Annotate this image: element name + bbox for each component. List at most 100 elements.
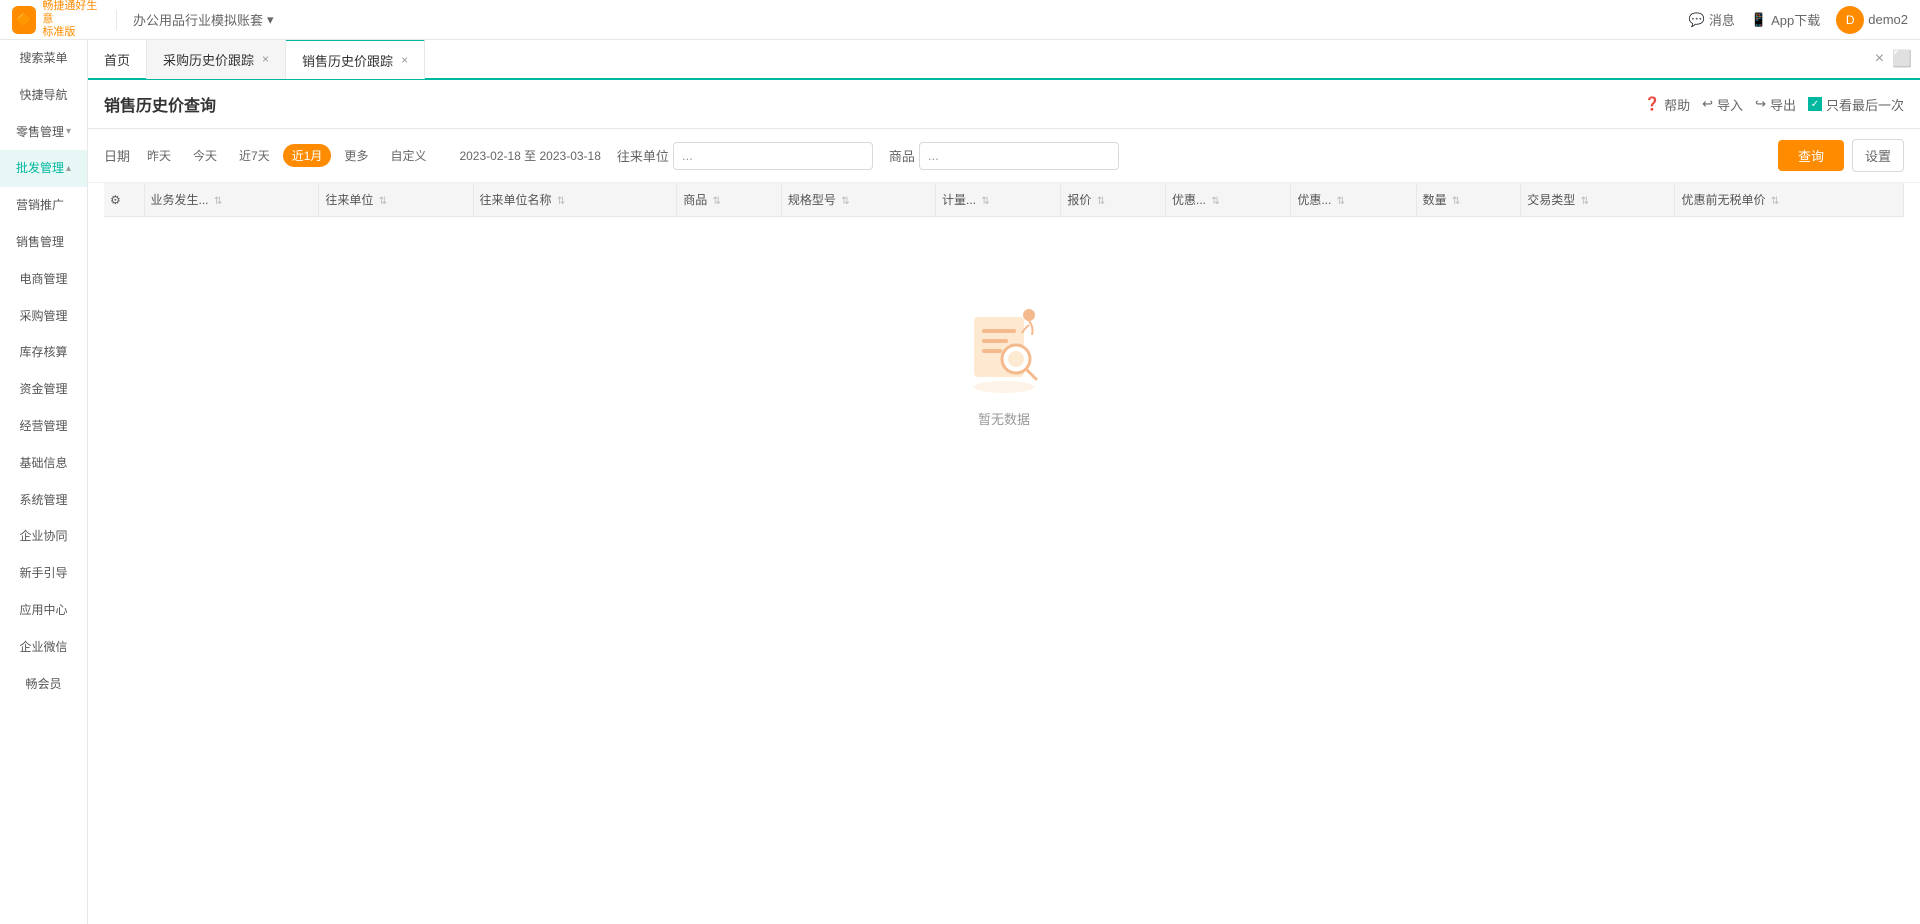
col-spec[interactable]: 规格型号 ⇅ [781,183,935,217]
sidebar-item-inventory[interactable]: 库存核算 [0,334,87,371]
sidebar-item-operations[interactable]: 经营管理 [0,408,87,445]
import-icon: ↩ [1702,96,1713,112]
sort-icon: ⇅ [981,196,989,207]
goods-filter: 商品 ... [889,142,1119,170]
date-btn-today[interactable]: 今天 [184,144,226,167]
col-quoted-price[interactable]: 报价 ⇅ [1061,183,1166,217]
tab-purchase-history[interactable]: 采购历史价跟踪 × [147,40,286,79]
col-pre-tax-price[interactable]: 优惠前无税单价 ⇅ [1675,183,1904,217]
col-discount2[interactable]: 优惠... ⇅ [1291,183,1416,217]
sidebar-item-newbie[interactable]: 新手引导 [0,555,87,592]
col-quantity[interactable]: 数量 ⇅ [1416,183,1521,217]
table-header: ⚙ 业务发生... ⇅ 往来单位 ⇅ 往来单位名称 ⇅ [104,183,1904,217]
sidebar-item-marketing[interactable]: 营销推广 [0,187,87,224]
sidebar-item-wholesale[interactable]: 批发管理 ▴ [0,150,87,187]
page-title-actions: ❓ 帮助 ↩ 导入 ↪ 导出 ✓ 只看最后一次 [1644,95,1904,114]
date-btn-yesterday[interactable]: 昨天 [138,144,180,167]
table-header-row: ⚙ 业务发生... ⇅ 往来单位 ⇅ 往来单位名称 ⇅ [104,183,1904,217]
user-action[interactable]: D demo2 [1836,6,1908,34]
date-btn-custom[interactable]: 自定义 [381,144,435,167]
only-last-checkbox[interactable]: ✓ [1808,97,1822,111]
sort-icon: ⇅ [1337,196,1345,207]
tab-close-icon[interactable]: × [401,53,408,67]
date-btn-1month[interactable]: 近1月 [283,144,332,167]
date-range-text: 2023-02-18 至 2023-03-18 [459,147,600,164]
date-filter-label: 日期 [104,146,130,165]
goods-label: 商品 [889,146,915,165]
sidebar-item-purchase[interactable]: 采购管理 [0,298,87,335]
partner-filter: 往来单位 ... [617,142,873,170]
app-download-action[interactable]: 📱 App下载 [1751,10,1820,29]
import-action[interactable]: ↩ 导入 [1702,95,1743,114]
workspace-selector[interactable]: 办公用品行业模拟账套 ▾ [133,10,274,29]
col-goods[interactable]: 商品 ⇅ [677,183,782,217]
sort-icon: ⇅ [713,196,721,207]
chevron-down-icon: ▾ [66,125,71,139]
col-discount1[interactable]: 优惠... ⇅ [1166,183,1291,217]
col-settings[interactable]: ⚙ [104,183,144,217]
avatar: D [1836,6,1864,34]
partner-placeholder: ... [682,148,693,163]
partner-label: 往来单位 [617,146,669,165]
tab-sales-history[interactable]: 销售历史价跟踪 × [286,40,425,79]
chevron-up-icon: ▴ [66,162,71,176]
top-bar: 🔶 畅捷通好生意 标准版 办公用品行业模拟账套 ▾ 💬 消息 📱 App下载 D… [0,0,1920,40]
sidebar-item-appstore[interactable]: 应用中心 [0,592,87,629]
sort-icon: ⇅ [1581,196,1589,207]
empty-state-text: 暂无数据 [978,409,1030,428]
query-button[interactable]: 查询 [1778,140,1844,171]
sidebar-item-search[interactable]: 搜索菜单 [0,40,87,77]
sort-icon: ⇅ [1452,196,1460,207]
main-layout: 搜索菜单 快捷导航 零售管理 ▾ 批发管理 ▴ 营销推广 销售管理 电商管理 采… [0,40,1920,924]
date-range-display: 2023-02-18 至 2023-03-18 [451,147,600,164]
sort-icon: ⇅ [1097,196,1105,207]
help-action[interactable]: ❓ 帮助 [1644,95,1690,114]
tab-bar-actions: × ⬜ [1875,49,1920,69]
date-btn-more[interactable]: 更多 [335,144,377,167]
date-filter-group: 日期 昨天 今天 近7天 近1月 更多 自定义 [104,144,435,167]
top-bar-right: 💬 消息 📱 App下载 D demo2 [1689,6,1908,34]
help-icon: ❓ [1644,96,1660,112]
sidebar-item-basic[interactable]: 基础信息 [0,445,87,482]
sidebar-item-finance[interactable]: 资金管理 [0,371,87,408]
export-action[interactable]: ↪ 导出 [1755,95,1796,114]
sidebar-item-system[interactable]: 系统管理 [0,482,87,519]
sidebar-item-enterprise[interactable]: 企业协同 [0,518,87,555]
logo-text: 畅捷通好生意 标准版 [42,0,100,39]
sort-icon: ⇅ [379,196,387,207]
col-trade-type[interactable]: 交易类型 ⇅ [1521,183,1675,217]
page-header: 销售历史价查询 ❓ 帮助 ↩ 导入 ↪ 导出 [88,80,1920,129]
settings-button[interactable]: 设置 [1852,139,1904,172]
message-action[interactable]: 💬 消息 [1689,10,1735,29]
sort-icon: ⇅ [214,196,222,207]
col-partner-name[interactable]: 往来单位名称 ⇅ [473,183,677,217]
date-btn-7days[interactable]: 近7天 [230,144,279,167]
date-buttons: 昨天 今天 近7天 近1月 更多 自定义 [138,144,435,167]
sidebar-item-shortcut[interactable]: 快捷导航 [0,77,87,114]
close-tab-btn[interactable]: × [1875,50,1884,68]
empty-state: 暂无数据 [88,217,1920,508]
sidebar-item-sales[interactable]: 销售管理 [0,224,87,261]
col-unit[interactable]: 计量... ⇅ [936,183,1061,217]
sidebar-item-retail[interactable]: 零售管理 ▾ [0,114,87,151]
sidebar-item-ecommerce[interactable]: 电商管理 [0,261,87,298]
sidebar-item-wechat[interactable]: 企业微信 [0,629,87,666]
top-bar-left: 🔶 畅捷通好生意 标准版 办公用品行业模拟账套 ▾ [12,0,274,39]
logo-icon: 🔶 [12,6,36,34]
sort-icon: ⇅ [557,196,565,207]
maximize-btn[interactable]: ⬜ [1892,49,1912,69]
divider [116,10,117,30]
goods-input[interactable]: ... [919,142,1119,170]
sidebar-item-member[interactable]: 畅会员 [0,666,87,703]
col-partner-code[interactable]: 往来单位 ⇅ [319,183,473,217]
tab-bar: 首页 采购历史价跟踪 × 销售历史价跟踪 × × ⬜ [88,40,1920,80]
partner-input[interactable]: ... [673,142,873,170]
tab-close-icon[interactable]: × [262,52,269,66]
chevron-down-icon: ▾ [267,12,274,28]
table-container: ⚙ 业务发生... ⇅ 往来单位 ⇅ 往来单位名称 ⇅ [88,183,1920,217]
data-table: ⚙ 业务发生... ⇅ 往来单位 ⇅ 往来单位名称 ⇅ [104,183,1904,217]
only-last-checkbox-area[interactable]: ✓ 只看最后一次 [1808,95,1904,114]
tab-home[interactable]: 首页 [88,40,147,79]
col-biz-date[interactable]: 业务发生... ⇅ [144,183,319,217]
export-icon: ↪ [1755,96,1766,112]
